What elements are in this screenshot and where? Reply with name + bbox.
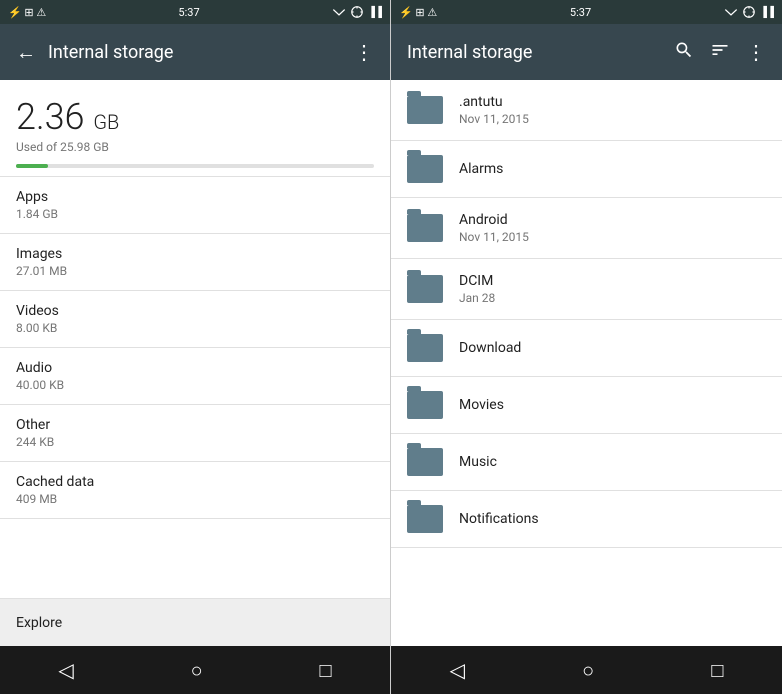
folder-name-download: Download <box>459 340 521 356</box>
folder-date-dcim: Jan 28 <box>459 291 495 305</box>
cached-size: 409 MB <box>16 492 374 506</box>
folder-icon-notifications <box>407 505 443 533</box>
folder-name-android: Android <box>459 212 529 228</box>
left-recents-nav[interactable]: □ <box>319 658 331 683</box>
left-status-icons-left: ⚡ ⊞ ⚠ <box>8 6 46 19</box>
right-nav-bar: ◁ ○ □ <box>391 646 782 694</box>
left-status-time: 5:37 <box>178 6 199 19</box>
folder-item-download[interactable]: Download <box>391 320 782 377</box>
back-button[interactable]: ← <box>16 40 36 65</box>
left-toolbar: ← Internal storage ⋮ <box>0 24 390 80</box>
storage-free-amount: 2.36 GB <box>16 96 374 138</box>
folder-info-download: Download <box>459 340 521 356</box>
folder-list: .antutu Nov 11, 2015 Alarms Android Nov … <box>391 80 782 646</box>
folder-name-dcim: DCIM <box>459 273 495 289</box>
other-size: 244 KB <box>16 435 374 449</box>
folder-icon-movies <box>407 391 443 419</box>
right-status-bar: ⚡ ⊞ ⚠ 5:37 ▐▐ <box>391 0 782 24</box>
audio-label: Audio <box>16 360 374 376</box>
folder-info-dcim: DCIM Jan 28 <box>459 273 495 305</box>
apps-size: 1.84 GB <box>16 207 374 221</box>
folder-name-alarms: Alarms <box>459 161 503 177</box>
folder-date-antutu: Nov 11, 2015 <box>459 112 529 126</box>
right-back-nav[interactable]: ◁ <box>450 658 465 682</box>
left-menu-button[interactable]: ⋮ <box>354 40 374 64</box>
other-label: Other <box>16 417 374 433</box>
storage-progress-fill <box>16 164 48 168</box>
storage-item-videos[interactable]: Videos 8.00 KB <box>0 291 390 348</box>
folder-name-antutu: .antutu <box>459 94 529 110</box>
folder-name-notifications: Notifications <box>459 511 539 527</box>
storage-item-cached[interactable]: Cached data 409 MB <box>0 462 390 519</box>
storage-item-audio[interactable]: Audio 40.00 KB <box>0 348 390 405</box>
storage-item-apps[interactable]: Apps 1.84 GB <box>0 177 390 234</box>
cached-label: Cached data <box>16 474 374 490</box>
folder-info-android: Android Nov 11, 2015 <box>459 212 529 244</box>
folder-item-notifications[interactable]: Notifications <box>391 491 782 548</box>
left-nav-bar: ◁ ○ □ <box>0 646 390 694</box>
folder-icon-dcim <box>407 275 443 303</box>
folder-info-antutu: .antutu Nov 11, 2015 <box>459 94 529 126</box>
folder-name-movies: Movies <box>459 397 504 413</box>
right-status-time: 5:37 <box>570 6 591 19</box>
left-home-nav[interactable]: ○ <box>191 658 203 683</box>
right-home-nav[interactable]: ○ <box>582 658 594 683</box>
folder-icon-alarms <box>407 155 443 183</box>
right-toolbar-actions: ⋮ <box>674 40 766 65</box>
left-toolbar-title: Internal storage <box>48 42 342 63</box>
storage-item-other[interactable]: Other 244 KB <box>0 405 390 462</box>
sort-button[interactable] <box>710 40 730 65</box>
folder-item-alarms[interactable]: Alarms <box>391 141 782 198</box>
right-status-icons-right: ▐▐ <box>724 5 774 19</box>
right-recents-nav[interactable]: □ <box>711 658 723 683</box>
left-status-icons-right: ▐▐ <box>332 5 382 19</box>
folder-info-notifications: Notifications <box>459 511 539 527</box>
explore-label: Explore <box>16 615 62 631</box>
storage-summary: 2.36 GB Used of 25.98 GB <box>0 80 390 176</box>
storage-progress-bar <box>16 164 374 168</box>
folder-item-android[interactable]: Android Nov 11, 2015 <box>391 198 782 259</box>
right-toolbar: Internal storage ⋮ <box>391 24 782 80</box>
images-label: Images <box>16 246 374 262</box>
videos-size: 8.00 KB <box>16 321 374 335</box>
folder-item-dcim[interactable]: DCIM Jan 28 <box>391 259 782 320</box>
explore-footer[interactable]: Explore <box>0 598 390 646</box>
folder-item-music[interactable]: Music <box>391 434 782 491</box>
storage-list: Apps 1.84 GB Images 27.01 MB Videos 8.00… <box>0 177 390 598</box>
folder-icon-antutu <box>407 96 443 124</box>
left-status-bar: ⚡ ⊞ ⚠ 5:37 ▐▐ <box>0 0 390 24</box>
folder-date-android: Nov 11, 2015 <box>459 230 529 244</box>
right-panel: ⚡ ⊞ ⚠ 5:37 ▐▐ Internal storage ⋮ .antutu <box>391 0 782 694</box>
folder-info-alarms: Alarms <box>459 161 503 177</box>
folder-name-music: Music <box>459 454 497 470</box>
videos-label: Videos <box>16 303 374 319</box>
folder-info-music: Music <box>459 454 497 470</box>
folder-item-movies[interactable]: Movies <box>391 377 782 434</box>
left-panel: ⚡ ⊞ ⚠ 5:37 ▐▐ ← Internal storage ⋮ 2.36 … <box>0 0 391 694</box>
left-back-nav[interactable]: ◁ <box>58 658 73 682</box>
notification-icons: ⚡ ⊞ ⚠ <box>8 6 46 19</box>
folder-icon-download <box>407 334 443 362</box>
right-status-icons-left: ⚡ ⊞ ⚠ <box>399 6 437 19</box>
images-size: 27.01 MB <box>16 264 374 278</box>
folder-item-antutu[interactable]: .antutu Nov 11, 2015 <box>391 80 782 141</box>
folder-icon-android <box>407 214 443 242</box>
right-toolbar-title: Internal storage <box>407 42 662 63</box>
storage-item-images[interactable]: Images 27.01 MB <box>0 234 390 291</box>
folder-info-movies: Movies <box>459 397 504 413</box>
right-menu-button[interactable]: ⋮ <box>746 40 766 64</box>
apps-label: Apps <box>16 189 374 205</box>
audio-size: 40.00 KB <box>16 378 374 392</box>
search-button[interactable] <box>674 40 694 65</box>
storage-used-label: Used of 25.98 GB <box>16 140 374 154</box>
folder-icon-music <box>407 448 443 476</box>
right-notification-icons: ⚡ ⊞ ⚠ <box>399 6 437 19</box>
